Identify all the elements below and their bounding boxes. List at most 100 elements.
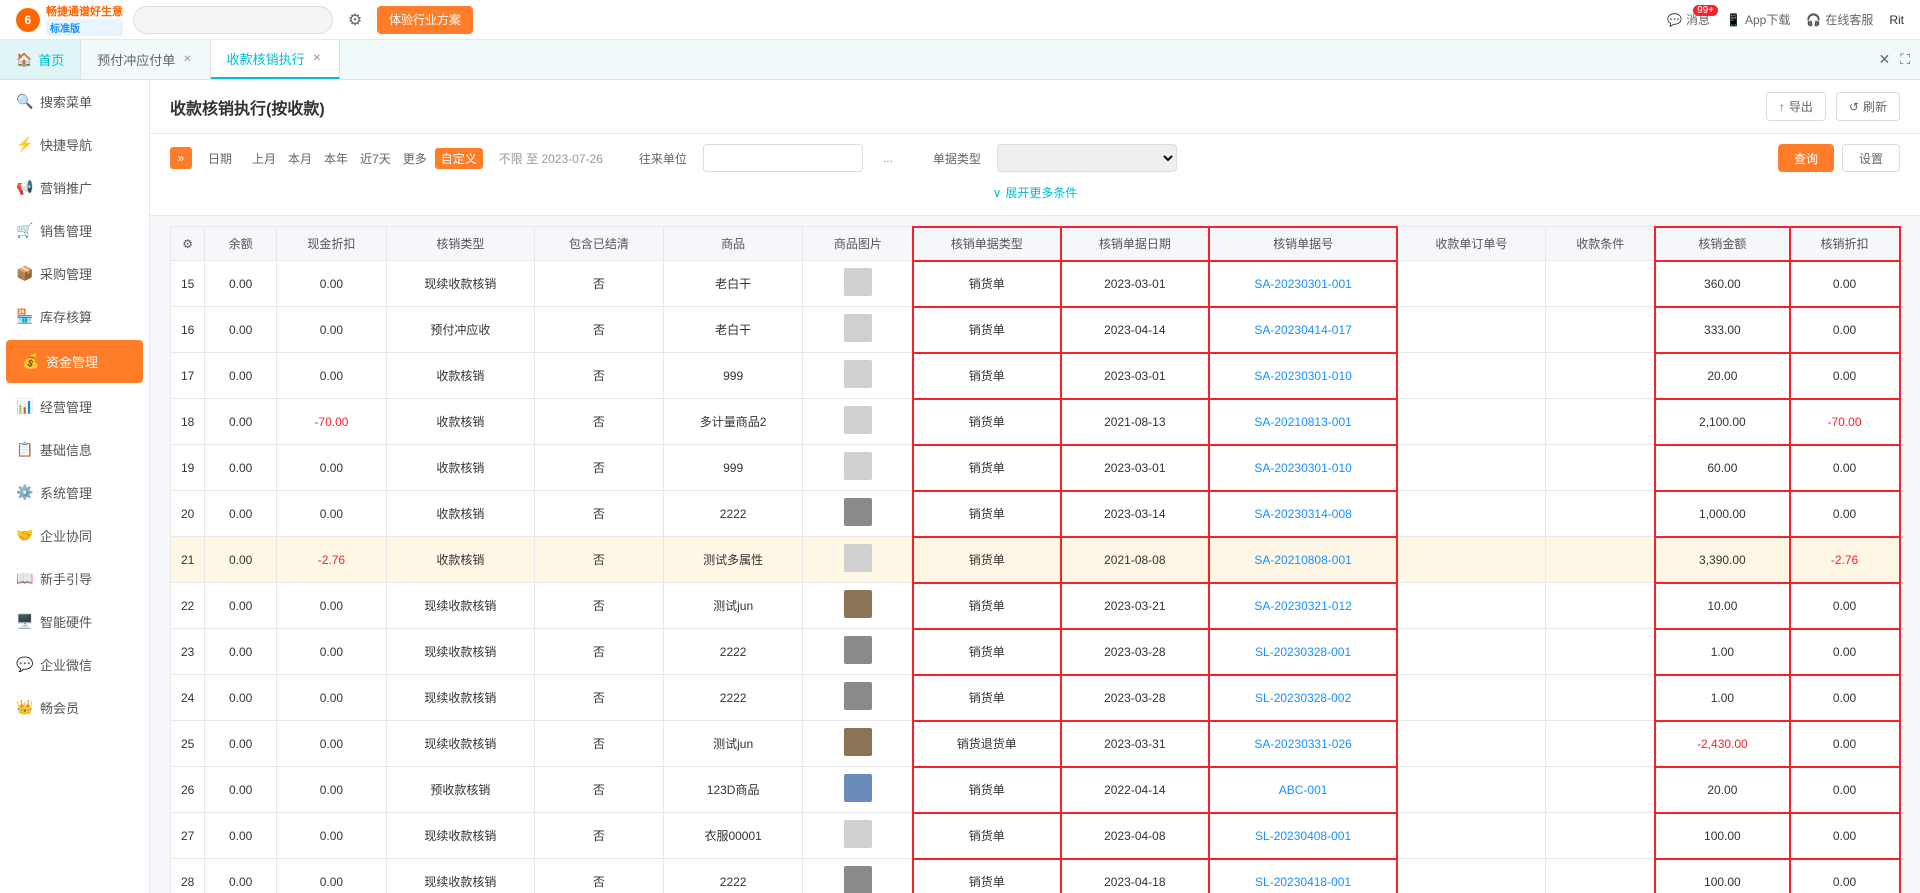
row-receipt-condition xyxy=(1545,813,1655,859)
row-id: 26 xyxy=(171,767,205,813)
row-cancel-bill-no[interactable]: SL-20230418-001 xyxy=(1209,859,1397,893)
sidebar-item-system[interactable]: ⚙️ 系统管理 xyxy=(0,471,149,514)
row-cancel-type: 收款核销 xyxy=(386,445,534,491)
row-cancel-bill-no[interactable]: SA-20230331-026 xyxy=(1209,721,1397,767)
sidebar-item-inventory[interactable]: 🏪 库存核算 xyxy=(0,295,149,338)
row-cancel-bill-no[interactable]: SL-20230328-002 xyxy=(1209,675,1397,721)
bill-no-link[interactable]: ABC-001 xyxy=(1279,783,1328,797)
filter-expand-btn[interactable]: » xyxy=(170,147,192,169)
sidebar-item-purchase[interactable]: 📦 采购管理 xyxy=(0,252,149,295)
settings-icon-btn[interactable]: ⚙ xyxy=(341,6,369,34)
row-include-settled: 否 xyxy=(534,261,663,307)
top-search-input[interactable] xyxy=(133,6,333,34)
app-download-btn[interactable]: 📱 App下载 xyxy=(1726,11,1790,28)
bill-no-link[interactable]: SA-20210808-001 xyxy=(1254,553,1351,567)
row-cancel-bill-date: 2023-04-18 xyxy=(1061,859,1209,893)
date-btn-custom[interactable]: 自定义 xyxy=(435,148,483,169)
date-btn-7days[interactable]: 近7天 xyxy=(356,148,395,169)
date-btn-more[interactable]: 更多 xyxy=(399,148,431,169)
row-product: 123D商品 xyxy=(663,767,803,813)
bill-no-link[interactable]: SL-20230328-002 xyxy=(1255,691,1351,705)
row-cancel-bill-type: 销货单 xyxy=(913,353,1061,399)
sidebar-item-guide[interactable]: 📖 新手引导 xyxy=(0,557,149,600)
date-btn-last-month[interactable]: 上月 xyxy=(248,148,280,169)
sidebar-item-enterprise[interactable]: 🤝 企业协同 xyxy=(0,514,149,557)
bill-no-link[interactable]: SL-20230328-001 xyxy=(1255,645,1351,659)
row-cash-discount: -70.00 xyxy=(277,399,387,445)
username-display: Rit xyxy=(1889,13,1904,27)
bill-no-link[interactable]: SA-20230301-001 xyxy=(1254,277,1351,291)
setting-btn[interactable]: 设置 xyxy=(1842,144,1900,172)
row-cancel-bill-type: 销货退货单 xyxy=(913,721,1061,767)
row-cancel-bill-no[interactable]: SA-20230301-001 xyxy=(1209,261,1397,307)
row-cancel-bill-type: 销货单 xyxy=(913,767,1061,813)
headset-icon: 🎧 xyxy=(1806,13,1821,27)
tab-close-all-btn[interactable]: ✕ xyxy=(1878,51,1890,68)
tab-close-receipt[interactable]: ✕ xyxy=(311,51,323,66)
row-product-image xyxy=(803,261,913,307)
bill-no-link[interactable]: SA-20230321-012 xyxy=(1254,599,1351,613)
sidebar-item-business[interactable]: 📊 经营管理 xyxy=(0,385,149,428)
date-btn-this-month[interactable]: 本月 xyxy=(284,148,316,169)
row-product-image xyxy=(803,445,913,491)
sidebar-item-basic[interactable]: 📋 基础信息 xyxy=(0,428,149,471)
industry-btn[interactable]: 体验行业方案 xyxy=(377,6,473,34)
content-area: 收款核销执行(按收款) ↑ 导出 ↺ 刷新 » 日期 上月 本月 xyxy=(150,80,1920,893)
bill-no-link[interactable]: SL-20230418-001 xyxy=(1255,875,1351,889)
bill-no-link[interactable]: SA-20210813-001 xyxy=(1254,415,1351,429)
row-cancel-bill-no[interactable]: SA-20230301-010 xyxy=(1209,445,1397,491)
bill-type-select[interactable] xyxy=(997,144,1177,172)
row-cancel-bill-no[interactable]: SA-20210808-001 xyxy=(1209,537,1397,583)
row-cancel-discount: 0.00 xyxy=(1790,261,1900,307)
tab-home[interactable]: 🏠 首页 xyxy=(0,40,81,79)
bill-no-link[interactable]: SA-20230314-008 xyxy=(1254,507,1351,521)
message-btn[interactable]: 💬 消息 99+ xyxy=(1667,11,1710,28)
query-btn[interactable]: 查询 xyxy=(1778,144,1834,172)
sidebar-item-wechat[interactable]: 💬 企业微信 xyxy=(0,643,149,686)
date-btn-this-year[interactable]: 本年 xyxy=(320,148,352,169)
bill-no-link[interactable]: SA-20230301-010 xyxy=(1254,461,1351,475)
row-product: 测试多属性 xyxy=(663,537,803,583)
purchase-icon: 📦 xyxy=(16,265,32,282)
tab-fullscreen-btn[interactable]: ⛶ xyxy=(1900,51,1910,68)
sidebar-item-search-menu[interactable]: 🔍 搜索菜单 xyxy=(0,80,149,123)
row-receipt-condition xyxy=(1545,537,1655,583)
sidebar-item-finance[interactable]: 💰 资金管理 xyxy=(6,340,143,383)
row-cancel-bill-no[interactable]: SA-20230314-008 xyxy=(1209,491,1397,537)
row-cancel-bill-no[interactable]: ABC-001 xyxy=(1209,767,1397,813)
row-cancel-bill-no[interactable]: SA-20230301-010 xyxy=(1209,353,1397,399)
row-cancel-bill-type: 销货单 xyxy=(913,445,1061,491)
sidebar-item-hardware[interactable]: 🖥️ 智能硬件 xyxy=(0,600,149,643)
row-product: 2222 xyxy=(663,675,803,721)
bill-no-link[interactable]: SA-20230414-017 xyxy=(1254,323,1351,337)
sidebar: 🔍 搜索菜单 ⚡ 快捷导航 📢 营销推广 🛒 销售管理 📦 采购管理 🏪 库存核… xyxy=(0,80,150,893)
row-cancel-bill-no[interactable]: SA-20230321-012 xyxy=(1209,583,1397,629)
tab-close-prepay[interactable]: ✕ xyxy=(181,52,193,67)
row-product-image xyxy=(803,767,913,813)
sidebar-item-sales[interactable]: 🛒 销售管理 xyxy=(0,209,149,252)
sidebar-item-member[interactable]: 👑 畅会员 xyxy=(0,686,149,729)
bill-no-link[interactable]: SA-20230301-010 xyxy=(1254,369,1351,383)
refresh-icon: ↺ xyxy=(1849,100,1859,114)
col-settings[interactable]: ⚙ xyxy=(171,227,205,261)
table-row: 19 0.00 0.00 收款核销 否 999 销货单 2023-03-01 S… xyxy=(171,445,1900,491)
sidebar-item-marketing[interactable]: 📢 营销推广 xyxy=(0,166,149,209)
bill-no-link[interactable]: SL-20230408-001 xyxy=(1255,829,1351,843)
export-btn[interactable]: ↑ 导出 xyxy=(1766,92,1826,121)
inventory-icon: 🏪 xyxy=(16,308,32,325)
row-cancel-bill-no[interactable]: SA-20230414-017 xyxy=(1209,307,1397,353)
row-include-settled: 否 xyxy=(534,491,663,537)
online-service-btn[interactable]: 🎧 在线客服 xyxy=(1806,11,1873,28)
row-cancel-bill-no[interactable]: SL-20230328-001 xyxy=(1209,629,1397,675)
expand-more-conditions[interactable]: ∨ 展开更多条件 xyxy=(170,180,1900,205)
bill-no-link[interactable]: SA-20230331-026 xyxy=(1254,737,1351,751)
refresh-btn[interactable]: ↺ 刷新 xyxy=(1836,92,1900,121)
row-cancel-bill-no[interactable]: SA-20210813-001 xyxy=(1209,399,1397,445)
counterpart-input[interactable] xyxy=(703,144,863,172)
row-include-settled: 否 xyxy=(534,353,663,399)
product-image xyxy=(844,544,872,572)
tab-receipt-cancel[interactable]: 收款核销执行 ✕ xyxy=(211,40,340,79)
sidebar-item-quick-nav[interactable]: ⚡ 快捷导航 xyxy=(0,123,149,166)
row-cancel-bill-no[interactable]: SL-20230408-001 xyxy=(1209,813,1397,859)
tab-prepay[interactable]: 预付冲应付单 ✕ xyxy=(81,40,210,79)
